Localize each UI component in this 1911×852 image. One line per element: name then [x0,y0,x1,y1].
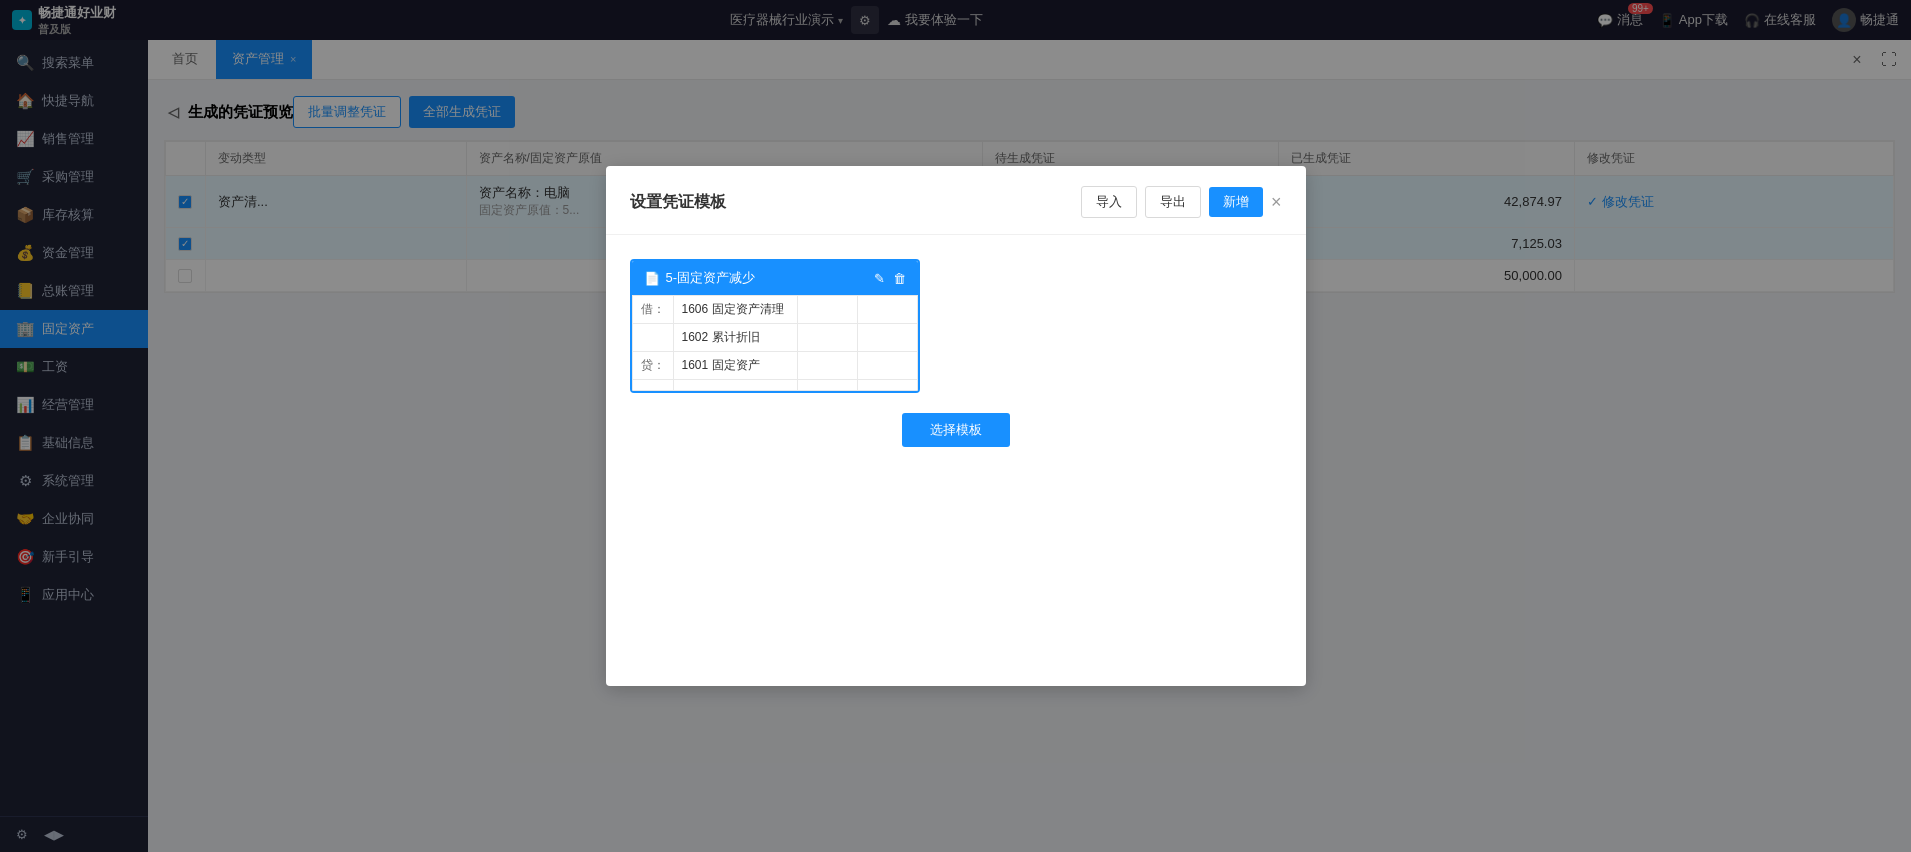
modal-header: 设置凭证模板 导入 导出 新增 × [606,166,1306,235]
modal-title: 设置凭证模板 [630,192,726,213]
template-card: 📄 5-固定资产减少 ✎ 🗑 借： 1606 固定资产清理 [630,259,920,393]
template-delete-icon[interactable]: 🗑 [893,271,906,286]
account-name: 1601 固定资产 [673,352,797,380]
debit-label: 借： [632,296,673,324]
col4 [857,324,917,352]
template-card-header: 📄 5-固定资产减少 ✎ 🗑 [632,261,918,295]
col3 [797,380,857,391]
account-name: 1606 固定资产清理 [673,296,797,324]
template-card-body: 借： 1606 固定资产清理 1602 累计折旧 [632,295,918,391]
template-card-actions: ✎ 🗑 [874,271,906,286]
template-edit-icon[interactable]: ✎ [874,271,885,286]
col3 [797,296,857,324]
modal-overlay: 设置凭证模板 导入 导出 新增 × 📄 5-固定资产减少 [0,0,1911,852]
modal-toolbar: 导入 导出 新增 [1081,186,1263,218]
modal-close-button[interactable]: × [1271,192,1282,213]
col4 [857,296,917,324]
template-card-title: 📄 5-固定资产减少 [644,269,756,287]
select-template-button[interactable]: 选择模板 [902,413,1010,447]
voucher-template-modal: 设置凭证模板 导入 导出 新增 × 📄 5-固定资产减少 [606,166,1306,686]
empty-label [632,380,673,391]
col3 [797,352,857,380]
import-button[interactable]: 导入 [1081,186,1137,218]
template-row [632,380,917,391]
credit-label: 贷： [632,352,673,380]
account-name [673,380,797,391]
account-name: 1602 累计折旧 [673,324,797,352]
template-doc-icon: 📄 [644,271,660,286]
modal-content: 📄 5-固定资产减少 ✎ 🗑 借： 1606 固定资产清理 [606,235,1306,471]
modal-header-right: 导入 导出 新增 × [1081,186,1282,218]
template-row: 1602 累计折旧 [632,324,917,352]
indent-label [632,324,673,352]
col4 [857,352,917,380]
template-row: 借： 1606 固定资产清理 [632,296,917,324]
template-account-table: 借： 1606 固定资产清理 1602 累计折旧 [632,295,918,391]
export-button[interactable]: 导出 [1145,186,1201,218]
col3 [797,324,857,352]
col4 [857,380,917,391]
new-template-button[interactable]: 新增 [1209,187,1263,217]
template-row: 贷： 1601 固定资产 [632,352,917,380]
